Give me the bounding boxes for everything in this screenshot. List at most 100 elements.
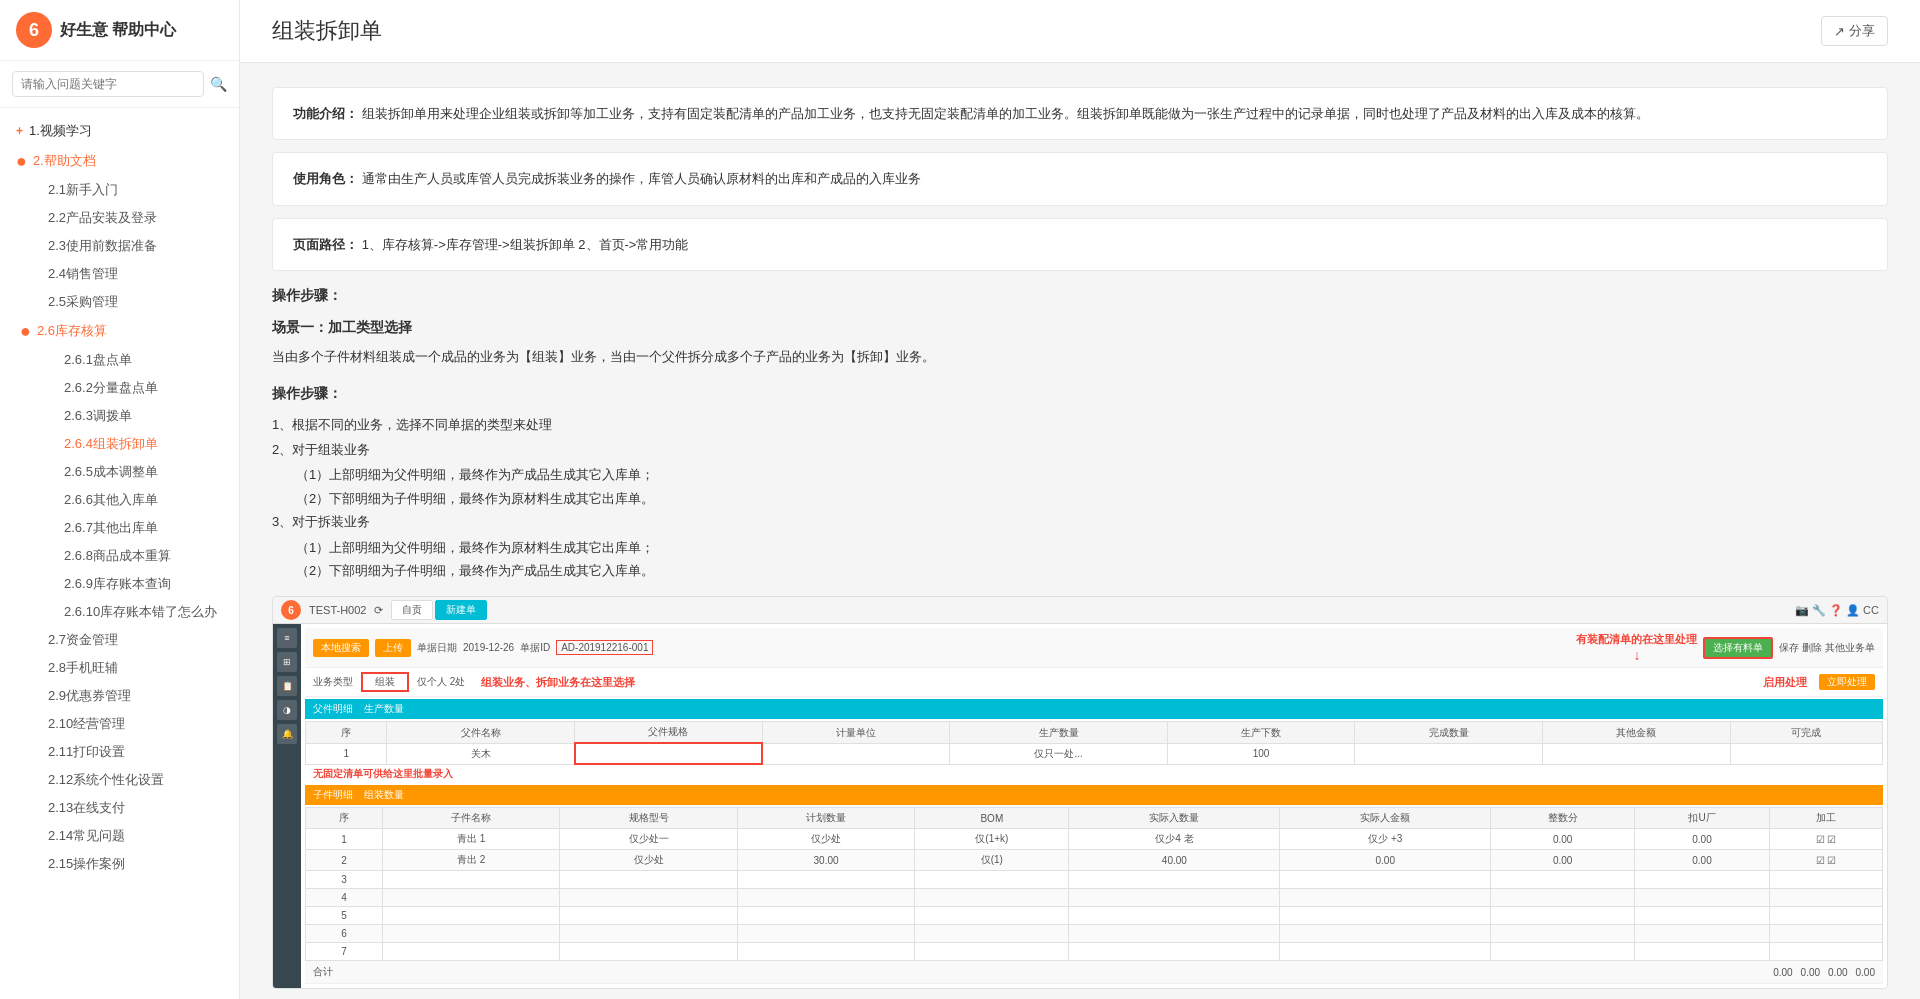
- share-button[interactable]: ↗ 分享: [1821, 16, 1888, 46]
- mock-th-done: 完成数量: [1355, 722, 1543, 744]
- mock-bottom-row-2: 2 青出 2 仅少处 30.00 仅(1) 40.00 0.00 0.00 0.…: [306, 850, 1883, 871]
- nav-child-2-6-3[interactable]: 2.6.3调拨单: [36, 402, 239, 430]
- search-button[interactable]: 🔍: [210, 76, 227, 92]
- mock-bottom-row-4: 4: [306, 889, 1883, 907]
- mock-section-header-bottom: 子件明细 组装数量: [305, 785, 1883, 805]
- mock-type-val: 组装: [361, 672, 409, 692]
- mock-bth-actual-qty: 实际入数量: [1069, 808, 1280, 829]
- search-input[interactable]: [12, 71, 204, 97]
- mock-doc-area: 本地搜索 上传 单据日期 2019-12-26 单据ID AD-20191221…: [301, 624, 1887, 988]
- mock-logo: 6: [281, 600, 301, 620]
- main-content: 组装拆卸单 ↗ 分享 功能介绍： 组装拆卸单用来处理企业组装或拆卸等加工业务，支…: [240, 0, 1920, 999]
- mock-td-1-can: [1730, 743, 1882, 764]
- nav-child-2-13[interactable]: 2.13在线支付: [20, 794, 239, 822]
- nav-item-1-label[interactable]: + 1.视频学习: [0, 116, 239, 146]
- nav-child-2-6-6[interactable]: 2.6.6其他入库单: [36, 486, 239, 514]
- mock-th-unit: 计量单位: [762, 722, 950, 744]
- mock-bottom-row-3: 3: [306, 871, 1883, 889]
- mock-bottom-table-header-row: 序 子件名称 规格型号 计划数量 BOM 实际入数量 实际人金额 整数分 扣U厂: [306, 808, 1883, 829]
- nav-child-2-3[interactable]: 2.3使用前数据准备: [20, 232, 239, 260]
- expand-icon-1: +: [16, 124, 23, 138]
- nav-item-1[interactable]: + 1.视频学习: [0, 116, 239, 146]
- mock-td-1-prodqty: 仅只一处...: [950, 743, 1167, 764]
- nav-child-2-6-9[interactable]: 2.6.9库存账本查询: [36, 570, 239, 598]
- mock-bottom-row-1: 1 青出 1 仅少处一 仅少处 仅(1+k) 仅少4 老 仅少 +3 0.00 …: [306, 829, 1883, 850]
- scenario1-desc: 当由多个子件材料组装成一个成品的业务为【组装】业务，当由一个父件拆分成多个子产品…: [272, 345, 1888, 368]
- mock-footer-val-4: 0.00: [1856, 967, 1875, 978]
- mock-sync-icon: ⟳: [374, 604, 383, 617]
- nav-child-2-4[interactable]: 2.4销售管理: [20, 260, 239, 288]
- role-label: 使用角色：: [293, 171, 358, 186]
- scenario1-title: 场景一：加工类型选择: [272, 319, 1888, 337]
- nav-child-2-15[interactable]: 2.15操作案例: [20, 850, 239, 878]
- nav-item-2-label[interactable]: ● 2.帮助文档: [0, 146, 239, 176]
- mock-td-1-down: 100: [1167, 743, 1355, 764]
- role-text: 通常由生产人员或库管人员完成拆装业务的操作，库管人员确认原材料的出库和产成品的入…: [362, 171, 921, 186]
- path-text: 1、库存核算->库存管理->组装拆卸单 2、首页->常用功能: [362, 237, 689, 252]
- mock-bottom-table: 序 子件名称 规格型号 计划数量 BOM 实际入数量 实际人金额 整数分 扣U厂: [305, 807, 1883, 961]
- mock-inner-app: ≡ ⊞ 📋 ◑ 🔔 本地搜索 上传 单据日期 2019-12-26: [273, 624, 1887, 988]
- steps-list: 1、根据不同的业务，选择不同单据的类型来处理 2、对于组装业务 （1）上部明细为…: [272, 413, 1888, 583]
- mock-sidebar-icon-2: ⊞: [277, 652, 297, 672]
- mock-bth-seq: 序: [306, 808, 383, 829]
- main-header: 组装拆卸单 ↗ 分享: [240, 0, 1920, 63]
- nav-child-2-6-2[interactable]: 2.6.2分量盘点单: [36, 374, 239, 402]
- feature-intro-block: 功能介绍： 组装拆卸单用来处理企业组装或拆卸等加工业务，支持有固定装配清单的产品…: [272, 87, 1888, 140]
- step-3-sub2: （2）下部明细为子件明细，最终作为产成品生成其它入库单。: [272, 559, 1888, 582]
- mock-sidebar-icon-1: ≡: [277, 628, 297, 648]
- mock-annotation-5: 无固定清单可供给这里批量录入: [305, 765, 1883, 783]
- share-icon: ↗: [1834, 24, 1845, 39]
- nav-child-2-11[interactable]: 2.11打印设置: [20, 738, 239, 766]
- mock-th-other: 其他金额: [1543, 722, 1731, 744]
- mock-bth-planqty: 计划数量: [737, 808, 914, 829]
- mock-td-1-name: 关木: [387, 743, 575, 764]
- nav-child-2-8[interactable]: 2.8手机旺辅: [20, 654, 239, 682]
- mock-btn-save: 上传: [375, 639, 411, 657]
- mock-bottom-row-7: 7: [306, 943, 1883, 961]
- nav-child-2-12[interactable]: 2.12系统个性化设置: [20, 766, 239, 794]
- step-1: 1、根据不同的业务，选择不同单据的类型来处理: [272, 413, 1888, 436]
- nav-tree: + 1.视频学习 ● 2.帮助文档 2.1新手入门 2.2产品安装及登录 2.3…: [0, 108, 239, 999]
- mock-footer-val-1: 0.00: [1773, 967, 1792, 978]
- mock-tab-1: 自贡: [391, 600, 433, 620]
- nav-child-2-6-4[interactable]: 2.6.4组装拆卸单: [36, 430, 239, 458]
- nav-child-2-10[interactable]: 2.10经营管理: [20, 710, 239, 738]
- mock-btn-youliaodan: 选择有料单: [1703, 637, 1773, 659]
- nav-child-2-9[interactable]: 2.9优惠券管理: [20, 682, 239, 710]
- nav-child-2-6-7[interactable]: 2.6.7其他出库单: [36, 514, 239, 542]
- page-title: 组装拆卸单: [272, 16, 382, 46]
- screenshot-container: 6 TEST-H002 ⟳ 自贡 新建单 📷 🔧 ❓ 👤 CC ≡ ⊞: [272, 596, 1888, 989]
- mock-annotation-1: 有装配清单的在这里处理: [1576, 632, 1697, 647]
- path-block: 页面路径： 1、库存核算->库存管理->组装拆卸单 2、首页->常用功能: [272, 218, 1888, 271]
- mock-annotation-1-wrap: 有装配清单的在这里处理 ↓: [1576, 632, 1697, 663]
- nav-item-2-6[interactable]: ● 2.6库存核算 2.6.1盘点单 2.6.2分量盘点单 2.6.3调拨单 2…: [20, 316, 239, 626]
- nav-child-2-5[interactable]: 2.5采购管理: [20, 288, 239, 316]
- nav-child-2-6-1[interactable]: 2.6.1盘点单: [36, 346, 239, 374]
- mock-top-bar: 6 TEST-H002 ⟳ 自贡 新建单 📷 🔧 ❓ 👤 CC: [273, 597, 1887, 624]
- share-label: 分享: [1849, 22, 1875, 40]
- nav-item-2-6-label[interactable]: ● 2.6库存核算: [20, 316, 239, 346]
- mock-qiyong-btn: 立即处理: [1819, 674, 1875, 690]
- feature-intro-label: 功能介绍：: [293, 106, 358, 121]
- nav-child-2-6-5[interactable]: 2.6.5成本调整单: [36, 458, 239, 486]
- nav-child-2-6-10[interactable]: 2.6.10库存账本错了怎么办: [36, 598, 239, 626]
- content-body: 功能介绍： 组装拆卸单用来处理企业组装或拆卸等加工业务，支持有固定装配清单的产品…: [240, 63, 1920, 999]
- mock-footer-val-3: 0.00: [1828, 967, 1847, 978]
- nav-child-2-14[interactable]: 2.14常见问题: [20, 822, 239, 850]
- mock-bth-factory: 扣U厂: [1635, 808, 1770, 829]
- nav-child-2-2[interactable]: 2.2产品安装及登录: [20, 204, 239, 232]
- mock-annotation-3: 组装业务、拆卸业务在这里选择: [481, 675, 635, 690]
- mock-td-1-unit: [762, 743, 950, 764]
- nav-child-2-1[interactable]: 2.1新手入门: [20, 176, 239, 204]
- mock-th-spec: 父件规格: [575, 722, 763, 744]
- mock-annotation-4: 启用处理: [1763, 675, 1807, 690]
- nav-child-2-6-8[interactable]: 2.6.8商品成本重算: [36, 542, 239, 570]
- nav-child-2-7[interactable]: 2.7资金管理: [20, 626, 239, 654]
- mock-nav-tabs: 自贡 新建单: [391, 600, 487, 620]
- step-3-sub1: （1）上部明细为父件明细，最终作为原材料生成其它出库单；: [272, 536, 1888, 559]
- nav-item-2[interactable]: ● 2.帮助文档 2.1新手入门 2.2产品安装及登录 2.3使用前数据准备 2…: [0, 146, 239, 878]
- mock-th-name: 父件名称: [387, 722, 575, 744]
- mock-top-row-1: 1 关木 仅只一处... 100: [306, 743, 1883, 764]
- step-2: 2、对于组装业务: [272, 438, 1888, 461]
- step-2-sub1: （1）上部明细为父件明细，最终作为产成品生成其它入库单；: [272, 463, 1888, 486]
